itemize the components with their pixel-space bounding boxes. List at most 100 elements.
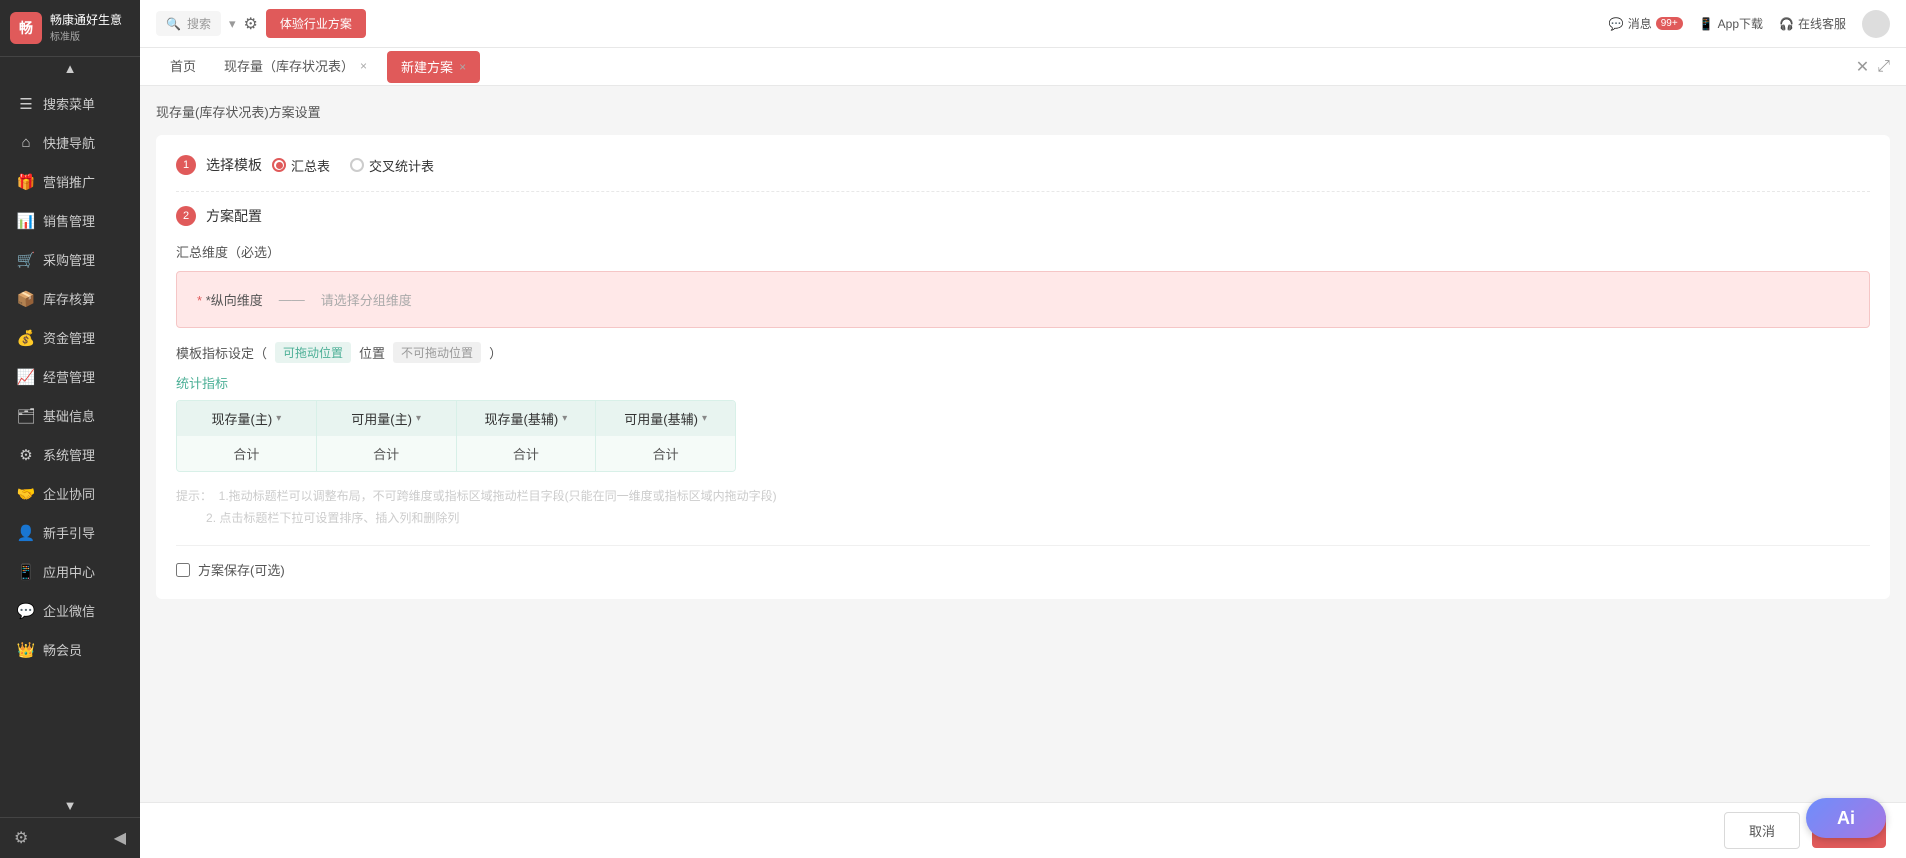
sidebar-item-label: 资金管理 [43, 328, 95, 347]
stats-table: 现存量(主) ▾ 可用量(主) ▾ 现存量(基辅) ▾ 可用量(基辅) ▾ [176, 400, 736, 472]
message-icon: 💬 [1609, 17, 1624, 31]
sidebar-item-label: 搜索菜单 [43, 94, 95, 113]
cancel-button[interactable]: 取消 [1724, 812, 1800, 849]
sidebar-item-member[interactable]: 👑 畅会员 [0, 630, 140, 669]
dimension-dash: —— [279, 292, 305, 307]
stats-table-body: 合计 合计 合计 合计 [177, 436, 735, 471]
bottom-bar: 取消 查询 [140, 802, 1906, 858]
col-header-1[interactable]: 现存量(主) ▾ [177, 401, 317, 436]
sidebar-item-collab[interactable]: 🤝 企业协同 [0, 474, 140, 513]
chart-icon: 📊 [17, 212, 35, 230]
money-icon: 💰 [17, 329, 35, 347]
tab-new-plan[interactable]: 新建方案 × [387, 51, 480, 83]
sidebar-item-basic-info[interactable]: 🗂 基础信息 [0, 396, 140, 435]
sidebar-scroll-up[interactable]: ▲ [0, 57, 140, 80]
radio-summary-label: 汇总表 [291, 156, 330, 175]
mobile-icon: 📱 [17, 563, 35, 581]
step2-row: 2 方案配置 [176, 206, 1870, 226]
ai-fab-button[interactable]: Ai [1806, 798, 1886, 838]
radio-summary-table[interactable]: 汇总表 [272, 156, 330, 175]
col-header-3[interactable]: 现存量(基辅) ▾ [457, 401, 597, 436]
non-draggable-tag: 不可拖动位置 [393, 342, 481, 363]
sidebar-item-appcenter[interactable]: 📱 应用中心 [0, 552, 140, 591]
sidebar-item-wechat[interactable]: 💬 企业微信 [0, 591, 140, 630]
sidebar-item-inventory[interactable]: 📦 库存核算 [0, 279, 140, 318]
sidebar-item-sales[interactable]: 📊 销售管理 [0, 201, 140, 240]
indicator-label-text: 模板指标设定（ [176, 343, 267, 362]
col-chevron-4-icon: ▾ [702, 413, 707, 424]
sidebar-logo: 畅 畅康通好生意 标准版 [0, 0, 140, 57]
sidebar-item-label: 库存核算 [43, 289, 95, 308]
col-chevron-3-icon: ▾ [562, 413, 567, 424]
tab-inventory-close[interactable]: × [360, 59, 367, 73]
col-header-3-label: 现存量(基辅) [485, 409, 559, 428]
tab-new-plan-label: 新建方案 [401, 57, 453, 76]
cart-icon: 🛒 [17, 251, 35, 269]
sidebar-item-label: 系统管理 [43, 445, 95, 464]
sidebar-item-quicknav[interactable]: ⌂ 快捷导航 [0, 123, 140, 162]
col-header-4[interactable]: 可用量(基辅) ▾ [596, 401, 735, 436]
col-header-2[interactable]: 可用量(主) ▾ [317, 401, 457, 436]
sidebar-item-finance[interactable]: 💰 资金管理 [0, 318, 140, 357]
sidebar: 畅 畅康通好生意 标准版 ▲ ☰ 搜索菜单 ⌂ 快捷导航 🎁 营销推广 📊 销售… [0, 0, 140, 858]
trial-btn[interactable]: 体验行业方案 [266, 9, 366, 38]
box-icon: 📦 [17, 290, 35, 308]
save-checkbox[interactable] [176, 563, 190, 577]
dimension-inner: * *纵向维度 —— 请选择分组维度 [197, 290, 1849, 309]
tab-inventory-label: 现存量（库存状况表） [224, 56, 354, 75]
topbar-dropdown[interactable]: ▾ [229, 16, 236, 32]
radio-cross-label: 交叉统计表 [369, 156, 434, 175]
app-name: 畅康通好生意 [50, 13, 122, 29]
tab-inventory[interactable]: 现存量（库存状况表） × [210, 48, 381, 86]
tab-expand-btn[interactable]: ⤢ [1877, 58, 1890, 76]
app-download-label: App下载 [1718, 15, 1763, 32]
radio-cross-indicator [350, 158, 364, 172]
user-icon: 👤 [17, 524, 35, 542]
dropdown-arrow-icon: ▾ [229, 16, 236, 32]
sidebar-item-search[interactable]: ☰ 搜索菜单 [0, 84, 140, 123]
sidebar-item-management[interactable]: 📈 经营管理 [0, 357, 140, 396]
crown-icon: 👑 [17, 641, 35, 659]
trending-icon: 📈 [17, 368, 35, 386]
tab-home[interactable]: 首页 [156, 48, 210, 86]
logo-icon: 畅 [10, 12, 42, 44]
topbar-search-box[interactable]: 🔍 搜索 [156, 11, 221, 36]
dimension-box: * *纵向维度 —— 请选择分组维度 [176, 271, 1870, 328]
col-header-4-label: 可用量(基辅) [624, 409, 698, 428]
dimension-placeholder[interactable]: 请选择分组维度 [321, 290, 412, 309]
sidebar-item-label: 基础信息 [43, 406, 95, 425]
app-download-btn[interactable]: 📱 App下载 [1699, 15, 1763, 32]
user-avatar[interactable] [1862, 10, 1890, 38]
collapse-footer-btn[interactable]: ◀ [114, 828, 126, 848]
online-service-btn[interactable]: 🎧 在线客服 [1779, 15, 1846, 32]
body-col-2: 合计 [317, 436, 457, 471]
service-icon: 🎧 [1779, 17, 1794, 31]
topbar-left: 🔍 搜索 ▾ ⚙ 体验行业方案 [156, 9, 366, 38]
topbar-gear-icon[interactable]: ⚙ [244, 14, 258, 34]
search-icon: 🔍 [166, 17, 181, 31]
dimension-required-label: * *纵向维度 [197, 290, 263, 309]
tab-close-all-btn[interactable]: ✕ [1856, 57, 1869, 77]
sidebar-item-system[interactable]: ⚙ 系统管理 [0, 435, 140, 474]
sidebar-item-label: 企业协同 [43, 484, 95, 503]
radio-cross-table[interactable]: 交叉统计表 [350, 156, 434, 175]
step2-badge: 2 [176, 206, 196, 226]
settings-footer-btn[interactable]: ⚙ [14, 828, 28, 848]
sidebar-scroll-down[interactable]: ▼ [0, 794, 140, 817]
sidebar-item-marketing[interactable]: 🎁 营销推广 [0, 162, 140, 201]
gift-icon: 🎁 [17, 173, 35, 191]
message-label: 消息 [1628, 15, 1652, 32]
tab-new-plan-close[interactable]: × [459, 60, 466, 74]
col-chevron-1-icon: ▾ [276, 413, 281, 424]
sidebar-item-guide[interactable]: 👤 新手引导 [0, 513, 140, 552]
message-btn[interactable]: 💬 消息 99+ [1609, 15, 1683, 32]
indicator-settings: 模板指标设定（ 可拖动位置 位置 不可拖动位置 ） [176, 342, 1870, 363]
indicator-label-text2: 位置 [359, 343, 385, 362]
body-col-1: 合计 [177, 436, 317, 471]
download-icon: 📱 [1699, 17, 1714, 31]
app-version: 标准版 [50, 28, 122, 43]
aggregation-label: 汇总维度（必选） [176, 242, 1870, 261]
template-radio-group: 汇总表 交叉统计表 [272, 156, 434, 175]
sidebar-item-purchase[interactable]: 🛒 采购管理 [0, 240, 140, 279]
sidebar-nav: ☰ 搜索菜单 ⌂ 快捷导航 🎁 营销推广 📊 销售管理 🛒 采购管理 📦 库存核… [0, 80, 140, 794]
